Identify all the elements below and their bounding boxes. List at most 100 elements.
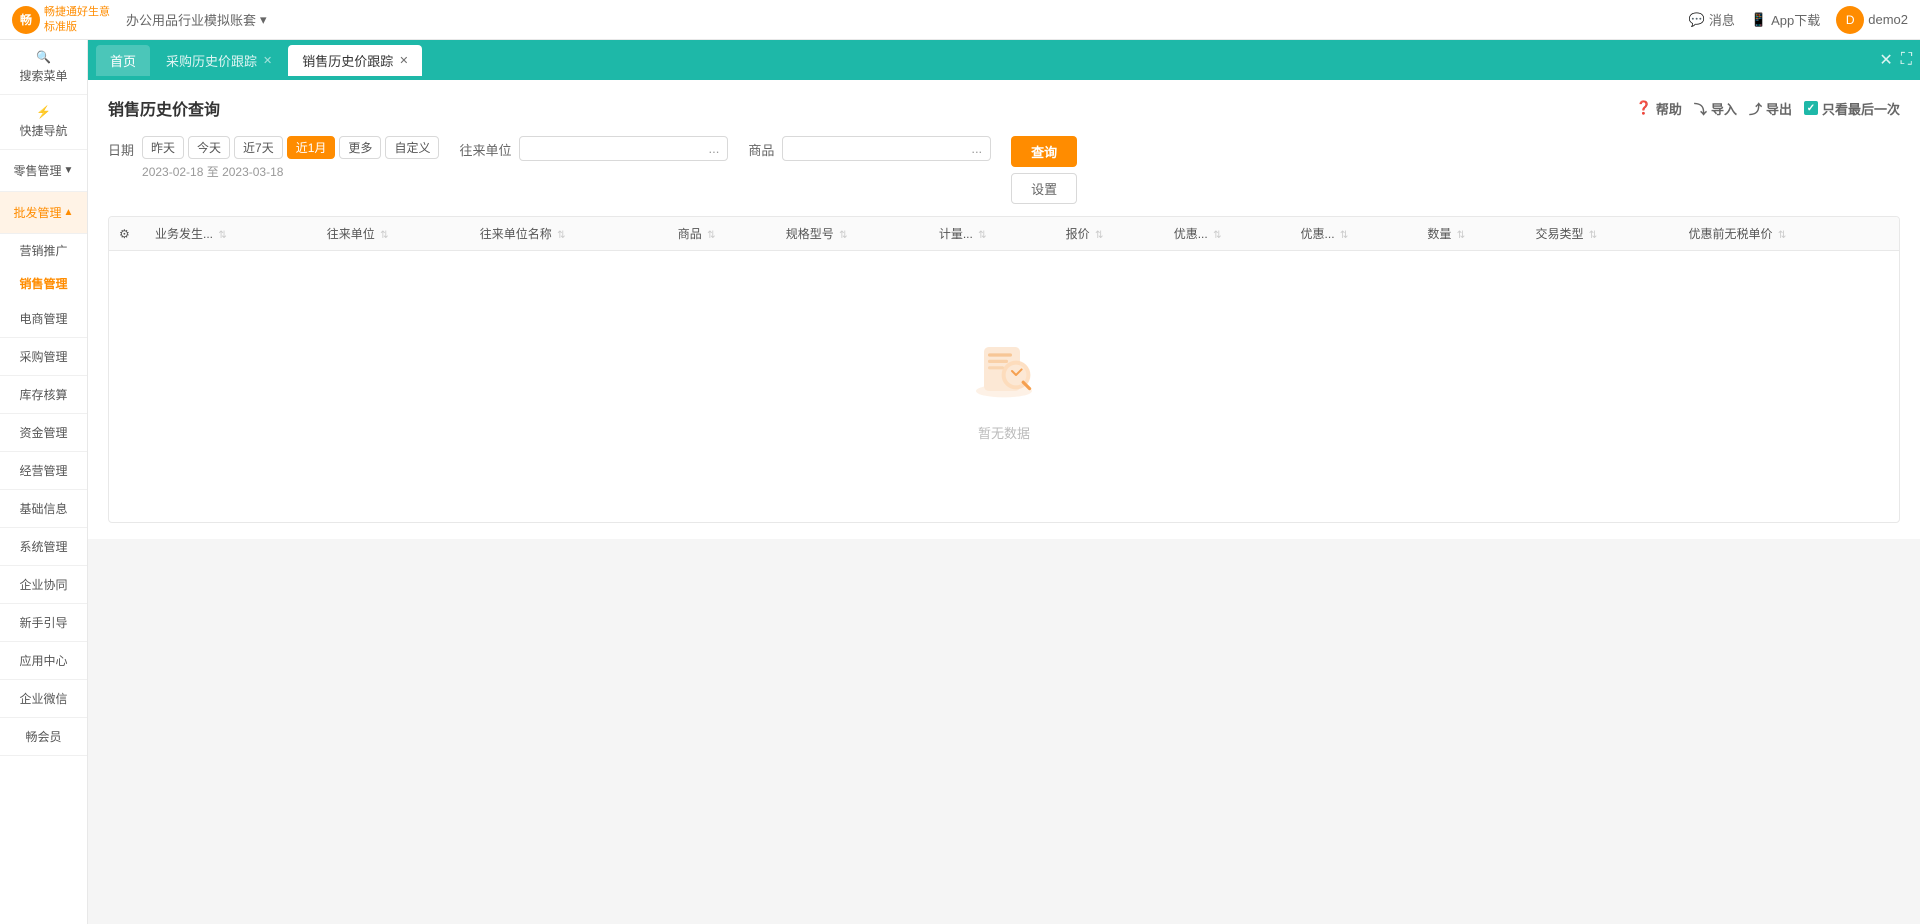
col-discount1[interactable]: 优惠... ⇅ bbox=[1164, 217, 1291, 251]
sort-icon: ⇅ bbox=[1457, 230, 1465, 241]
content-area: 首页 采购历史价跟踪 ✕ 销售历史价跟踪 ✕ ✕ ⛶ 销售历史价查询 bbox=[88, 40, 1920, 924]
product-input-group[interactable]: ... bbox=[782, 136, 991, 161]
export-action[interactable]: ⤴ 导出 bbox=[1749, 99, 1792, 118]
settings-button[interactable]: 设置 bbox=[1011, 173, 1077, 204]
product-input[interactable] bbox=[791, 141, 967, 156]
tab-close-purchase[interactable]: ✕ bbox=[263, 54, 272, 67]
col-counterpart-name[interactable]: 往来单位名称 ⇅ bbox=[470, 217, 668, 251]
tab-bar-actions: ✕ ⛶ bbox=[1879, 50, 1912, 70]
sidebar-item-guide[interactable]: 新手引导 bbox=[0, 604, 87, 642]
tab-home[interactable]: 首页 bbox=[96, 45, 150, 76]
page-content: 销售历史价查询 ❓ 帮助 ⤵ 导入 ⤴ 导出 bbox=[88, 80, 1920, 924]
col-product[interactable]: 商品 ⇅ bbox=[668, 217, 776, 251]
empty-icon bbox=[964, 331, 1044, 411]
logo-text: 畅捷通好生意 标准版 bbox=[44, 5, 110, 34]
sidebar-item-quick-nav[interactable]: ⚡ 快捷导航 bbox=[0, 95, 87, 150]
settings-icon: ⚙ bbox=[119, 227, 130, 241]
chevron-up-icon: ▲ bbox=[64, 207, 74, 218]
col-spec[interactable]: 规格型号 ⇅ bbox=[776, 217, 929, 251]
counterpart-dots[interactable]: ... bbox=[708, 141, 719, 156]
tab-close-sales[interactable]: ✕ bbox=[399, 54, 408, 67]
counterpart-input-group[interactable]: ... bbox=[519, 136, 728, 161]
maximize-btn[interactable]: ⛶ bbox=[1901, 51, 1912, 69]
account-dropdown[interactable]: 办公用品行业模拟账套 ▾ bbox=[118, 6, 275, 33]
logo-area: 畅 畅捷通好生意 标准版 bbox=[12, 5, 110, 34]
sidebar-item-system[interactable]: 系统管理 bbox=[0, 528, 87, 566]
message-icon: 💬 bbox=[1689, 12, 1705, 28]
col-biz-date[interactable]: 业务发生... ⇅ bbox=[145, 217, 317, 251]
import-icon: ⤵ bbox=[1694, 99, 1707, 118]
sidebar-item-purchase[interactable]: 采购管理 bbox=[0, 338, 87, 376]
col-counterpart[interactable]: 往来单位 ⇅ bbox=[317, 217, 470, 251]
sort-icon: ⇅ bbox=[557, 230, 565, 241]
empty-text: 暂无数据 bbox=[978, 423, 1030, 442]
chevron-down-icon: ▼ bbox=[64, 165, 74, 176]
sidebar-item-operations[interactable]: 经营管理 bbox=[0, 452, 87, 490]
date-btn-yesterday[interactable]: 昨天 bbox=[142, 136, 184, 159]
sort-icon: ⇅ bbox=[1778, 230, 1786, 241]
col-settings[interactable]: ⚙ bbox=[109, 217, 145, 251]
sidebar-item-search[interactable]: 🔍 搜索菜单 bbox=[0, 40, 87, 95]
header-right: 💬 消息 📱 App下载 D demo2 bbox=[1689, 6, 1908, 34]
date-btn-1month[interactable]: 近1月 bbox=[287, 136, 336, 159]
sidebar-item-inventory[interactable]: 库存核算 bbox=[0, 376, 87, 414]
sort-icon: ⇅ bbox=[1213, 230, 1221, 241]
sidebar-item-marketing[interactable]: 营销推广 bbox=[0, 234, 87, 267]
sort-icon: ⇅ bbox=[380, 230, 388, 241]
col-quote[interactable]: 报价 ⇅ bbox=[1056, 217, 1164, 251]
top-header: 畅 畅捷通好生意 标准版 办公用品行业模拟账套 ▾ 💬 消息 📱 App下载 D… bbox=[0, 0, 1920, 40]
col-quantity[interactable]: 数量 ⇅ bbox=[1417, 217, 1525, 251]
sidebar-item-sales[interactable]: 销售管理 bbox=[0, 267, 87, 300]
header-left: 畅 畅捷通好生意 标准版 办公用品行业模拟账套 ▾ bbox=[12, 5, 275, 34]
col-unit[interactable]: 计量... ⇅ bbox=[929, 217, 1056, 251]
sort-icon: ⇅ bbox=[218, 230, 226, 241]
col-pretax-price[interactable]: 优惠前无税单价 ⇅ bbox=[1678, 217, 1899, 251]
import-action[interactable]: ⤵ 导入 bbox=[1694, 99, 1737, 118]
sort-icon: ⇅ bbox=[707, 230, 715, 241]
chevron-down-icon: ▾ bbox=[260, 12, 267, 28]
date-filters: 昨天 今天 近7天 近1月 更多 自定义 2023-02-18 至 2023-0… bbox=[142, 136, 439, 180]
page-title: 销售历史价查询 bbox=[108, 96, 220, 120]
sidebar: 🔍 搜索菜单 ⚡ 快捷导航 零售管理 ▼ 批发管理 ▲ 营销推广 销售管理 电商… bbox=[0, 40, 88, 924]
tab-purchase-history[interactable]: 采购历史价跟踪 ✕ bbox=[152, 45, 286, 76]
sidebar-item-member[interactable]: 畅会员 bbox=[0, 718, 87, 756]
date-btn-7days[interactable]: 近7天 bbox=[234, 136, 283, 159]
sidebar-item-finance[interactable]: 资金管理 bbox=[0, 414, 87, 452]
page-card: 销售历史价查询 ❓ 帮助 ⤵ 导入 ⤴ 导出 bbox=[88, 80, 1920, 539]
sort-icon: ⇅ bbox=[978, 230, 986, 241]
sidebar-item-ecommerce[interactable]: 电商管理 bbox=[0, 300, 87, 338]
table-header-row: ⚙ 业务发生... ⇅ 往来单位 ⇅ bbox=[109, 217, 1899, 251]
only-last-checkbox[interactable]: ✓ 只看最后一次 bbox=[1804, 99, 1900, 118]
query-button[interactable]: 查询 bbox=[1011, 136, 1077, 167]
date-btn-custom[interactable]: 自定义 bbox=[385, 136, 439, 159]
app-download-action[interactable]: 📱 App下载 bbox=[1751, 10, 1820, 29]
sort-icon: ⇅ bbox=[1340, 230, 1348, 241]
col-discount2[interactable]: 优惠... ⇅ bbox=[1291, 217, 1418, 251]
tab-sales-history[interactable]: 销售历史价跟踪 ✕ bbox=[288, 45, 422, 76]
help-action[interactable]: ❓ 帮助 bbox=[1636, 99, 1682, 118]
user-profile[interactable]: D demo2 bbox=[1836, 6, 1908, 34]
sort-icon: ⇅ bbox=[1589, 230, 1597, 241]
product-dots[interactable]: ... bbox=[971, 141, 982, 156]
sort-icon: ⇅ bbox=[839, 230, 847, 241]
sidebar-item-enterprise[interactable]: 企业协同 bbox=[0, 566, 87, 604]
counterpart-input[interactable] bbox=[528, 141, 704, 156]
close-tab-btn[interactable]: ✕ bbox=[1879, 50, 1892, 70]
date-btn-more[interactable]: 更多 bbox=[339, 136, 381, 159]
sidebar-item-wechat[interactable]: 企业微信 bbox=[0, 680, 87, 718]
logo-icon: 畅 bbox=[12, 6, 40, 34]
sidebar-item-retail[interactable]: 零售管理 ▼ bbox=[0, 150, 87, 192]
sidebar-item-wholesale[interactable]: 批发管理 ▲ bbox=[0, 192, 87, 234]
counterpart-label: 往来单位 bbox=[459, 136, 511, 159]
date-filter-group: 日期 昨天 今天 近7天 近1月 更多 自定义 2023-02-18 至 202… bbox=[108, 136, 439, 180]
filter-buttons: 查询 设置 bbox=[1011, 136, 1077, 204]
date-btn-today[interactable]: 今天 bbox=[188, 136, 230, 159]
message-action[interactable]: 💬 消息 bbox=[1689, 10, 1735, 29]
app-icon: 📱 bbox=[1751, 12, 1767, 28]
avatar: D bbox=[1836, 6, 1864, 34]
sidebar-item-basic[interactable]: 基础信息 bbox=[0, 490, 87, 528]
sidebar-item-apps[interactable]: 应用中心 bbox=[0, 642, 87, 680]
date-label: 日期 bbox=[108, 136, 134, 159]
product-label: 商品 bbox=[748, 136, 774, 159]
col-trade-type[interactable]: 交易类型 ⇅ bbox=[1525, 217, 1678, 251]
